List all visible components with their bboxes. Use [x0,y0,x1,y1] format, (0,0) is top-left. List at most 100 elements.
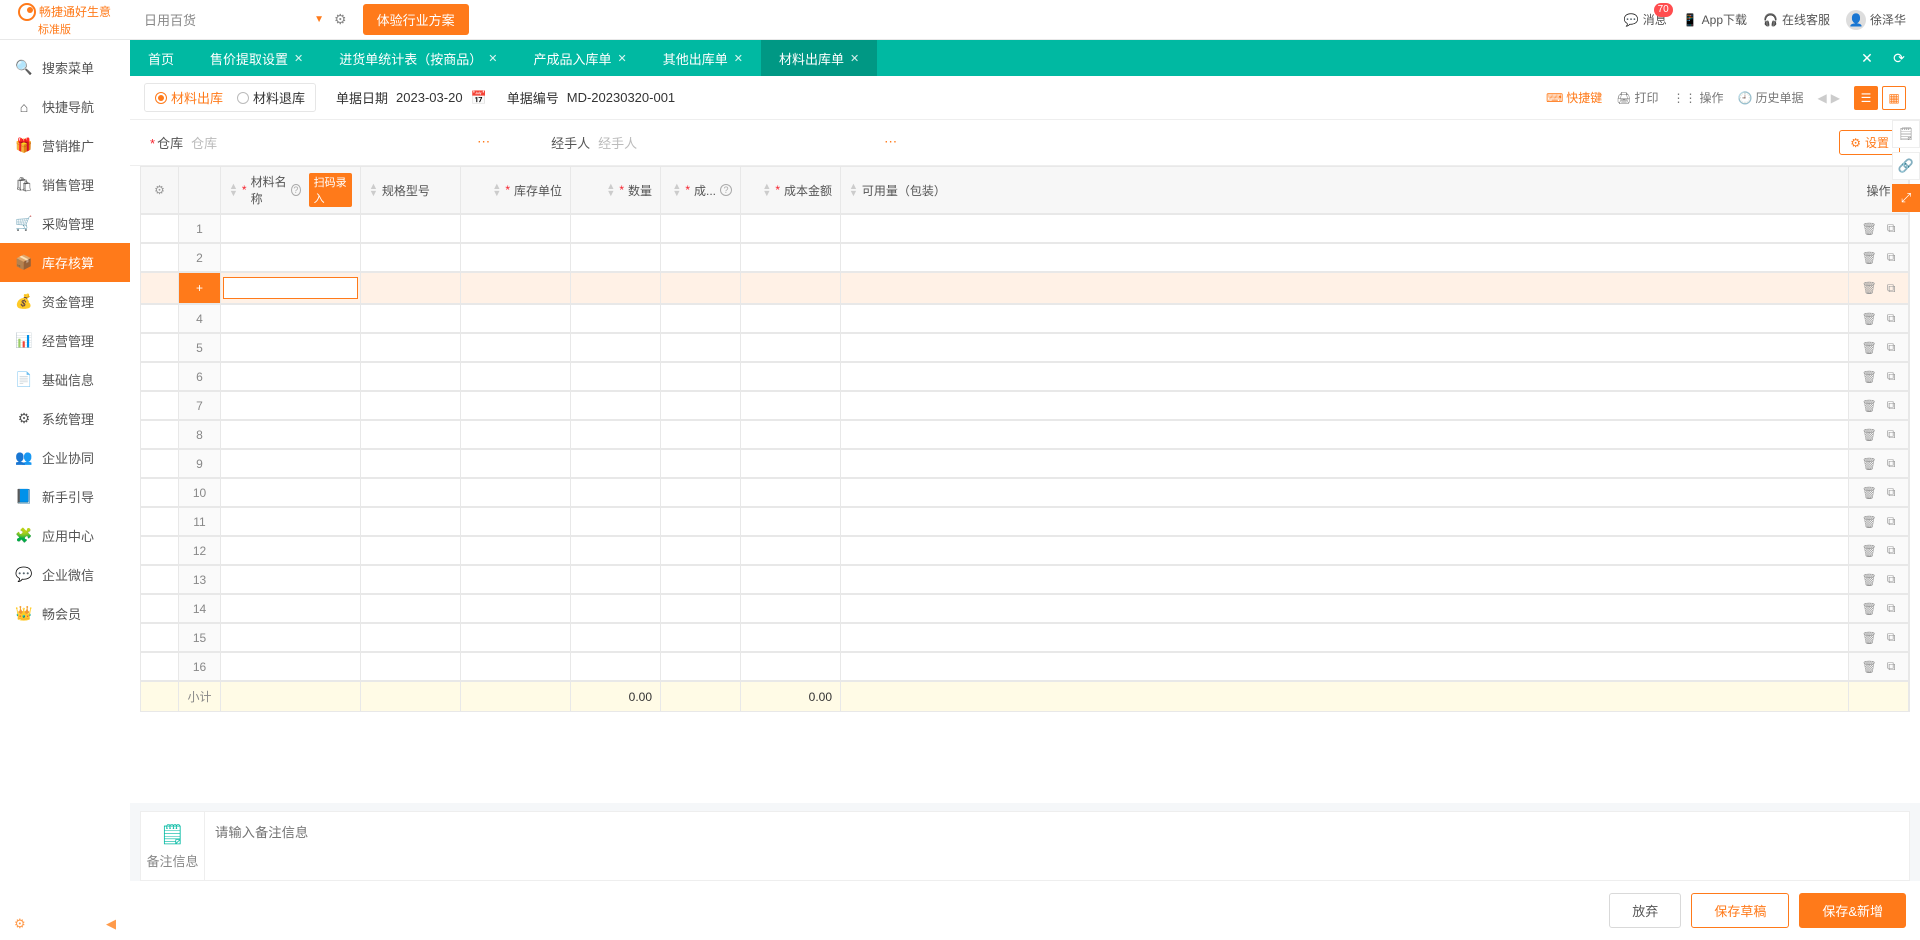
cell-unit[interactable] [461,305,571,333]
delete-row-icon[interactable]: 🗑 [1862,251,1877,265]
cell-cost-amt[interactable] [741,450,841,478]
cell-available[interactable] [841,537,1849,565]
cell-cost[interactable] [661,537,741,565]
view-list-icon[interactable]: ☰ [1854,86,1878,110]
delete-row-icon[interactable]: 🗑 [1862,515,1877,529]
cell-available[interactable] [841,508,1849,536]
cell-cost-amt[interactable] [741,421,841,449]
cta-button[interactable]: 体验行业方案 [363,4,469,35]
copy-row-icon[interactable]: ⧉ [1887,630,1896,645]
cell-unit[interactable] [461,479,571,507]
copy-row-icon[interactable]: ⧉ [1887,281,1896,296]
cell-material[interactable] [221,334,361,362]
close-icon[interactable]: ✕ [850,52,859,65]
sidebar-item[interactable]: 🎁营销推广 [0,126,130,165]
cell-available[interactable] [841,273,1849,304]
cell-qty[interactable] [571,508,661,536]
cell-unit[interactable] [461,450,571,478]
add-row-icon[interactable]: + [191,279,209,297]
cell-cost-amt[interactable] [741,566,841,594]
sidebar-item[interactable]: 💬企业微信 [0,555,130,594]
sidebar-item[interactable]: 📄基础信息 [0,360,130,399]
cell-spec[interactable] [361,450,461,478]
cell-qty[interactable] [571,273,661,304]
cell-available[interactable] [841,479,1849,507]
cell-unit[interactable] [461,653,571,681]
view-card-icon[interactable]: ▦ [1882,86,1906,110]
cell-qty[interactable] [571,244,661,272]
cell-material[interactable] [221,595,361,623]
delete-row-icon[interactable]: 🗑 [1862,631,1877,645]
copy-row-icon[interactable]: ⧉ [1887,572,1896,587]
cell-material[interactable] [221,508,361,536]
support-button[interactable]: 🎧 在线客服 [1763,11,1830,28]
cell-cost-amt[interactable] [741,392,841,420]
cell-cost-amt[interactable] [741,537,841,565]
cell-unit[interactable] [461,595,571,623]
cell-cost-amt[interactable] [741,363,841,391]
cell-material[interactable] [221,215,361,243]
delete-row-icon[interactable]: 🗑 [1862,573,1877,587]
cell-qty[interactable] [571,450,661,478]
delete-row-icon[interactable]: 🗑 [1862,312,1877,326]
cell-material[interactable] [221,363,361,391]
close-icon[interactable]: ✕ [294,52,303,65]
sidebar-item[interactable]: ⌂快捷导航 [0,87,130,126]
messages-button[interactable]: 💬 消息 70 [1624,11,1667,28]
print-button[interactable]: 🖨 打印 [1616,89,1658,106]
delete-row-icon[interactable]: 🗑 [1862,428,1877,442]
cell-cost[interactable] [661,653,741,681]
cell-cost[interactable] [661,244,741,272]
cell-spec[interactable] [361,273,461,304]
cell-cost-amt[interactable] [741,273,841,304]
cell-unit[interactable] [461,363,571,391]
copy-row-icon[interactable]: ⧉ [1887,456,1896,471]
cell-available[interactable] [841,334,1849,362]
delete-row-icon[interactable]: 🗑 [1862,399,1877,413]
remarks-textarea[interactable] [205,812,1909,880]
cell-spec[interactable] [361,305,461,333]
cell-cost[interactable] [661,421,741,449]
copy-row-icon[interactable]: ⧉ [1887,340,1896,355]
sidebar-item[interactable]: 📘新手引导 [0,477,130,516]
col-gear[interactable]: ⚙ [141,167,179,214]
cell-cost-amt[interactable] [741,244,841,272]
next-icon[interactable]: ▶ [1831,91,1840,105]
tab[interactable]: 首页 [130,40,192,76]
delete-row-icon[interactable]: 🗑 [1862,222,1877,236]
cell-cost[interactable] [661,450,741,478]
sidebar-item[interactable]: 🔍搜索菜单 [0,48,130,87]
cell-material[interactable] [221,624,361,652]
material-cell-input[interactable] [223,277,358,299]
delete-row-icon[interactable]: 🗑 [1862,341,1877,355]
cell-available[interactable] [841,244,1849,272]
cell-cost[interactable] [661,595,741,623]
cell-spec[interactable] [361,624,461,652]
prev-icon[interactable]: ◀ [1818,91,1827,105]
save-draft-button[interactable]: 保存草稿 [1691,893,1789,928]
cell-qty[interactable] [571,566,661,594]
more-icon[interactable]: ⋯ [477,134,491,150]
cell-unit[interactable] [461,421,571,449]
cell-cost-amt[interactable] [741,595,841,623]
copy-row-icon[interactable]: ⧉ [1887,221,1896,236]
close-icon[interactable]: ✕ [734,52,743,65]
col-cost-amt[interactable]: ▲▼*成本金额 [741,167,841,214]
copy-row-icon[interactable]: ⧉ [1887,659,1896,674]
col-spec[interactable]: ▲▼规格型号 [361,167,461,214]
cell-cost-amt[interactable] [741,624,841,652]
cell-cost[interactable] [661,508,741,536]
cell-spec[interactable] [361,595,461,623]
delete-row-icon[interactable]: 🗑 [1862,486,1877,500]
cell-qty[interactable] [571,653,661,681]
warehouse-input[interactable]: 仓库 ⋯ [191,133,491,153]
sidebar-collapse-icon[interactable]: ◀ [106,916,116,932]
cell-spec[interactable] [361,215,461,243]
cell-qty[interactable] [571,624,661,652]
close-icon[interactable]: ✕ [488,52,497,65]
sidebar-settings-icon[interactable]: ⚙ [14,916,26,932]
cell-cost-amt[interactable] [741,305,841,333]
radio-material-out[interactable]: 材料出库 [155,88,223,107]
sidebar-item[interactable]: 📦库存核算 [0,243,130,282]
cell-cost[interactable] [661,566,741,594]
